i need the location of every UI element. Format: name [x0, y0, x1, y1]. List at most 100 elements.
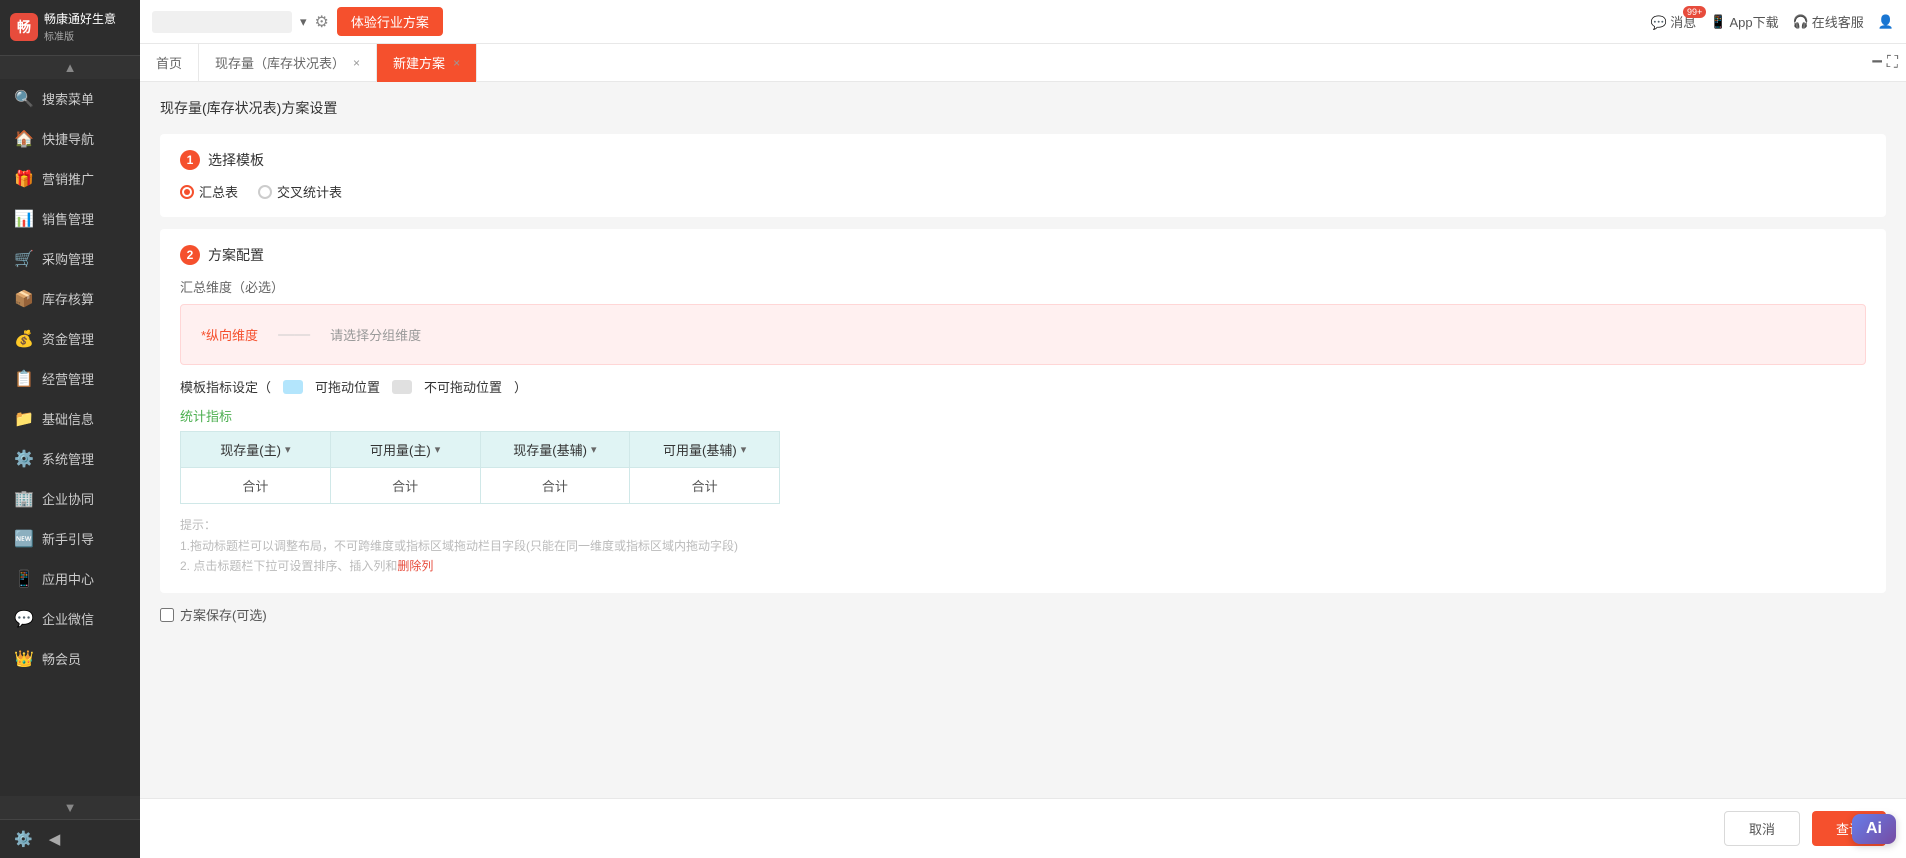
th-col4[interactable]: 可用量(基辅) ▾ [630, 432, 780, 468]
ai-badge[interactable]: Ai [1852, 814, 1896, 844]
sidebar-item-operations[interactable]: 📋 经营管理 [0, 359, 140, 399]
sidebar-item-system[interactable]: ⚙️ 系统管理 [0, 439, 140, 479]
sidebar-item-marketing[interactable]: 🎁 营销推广 [0, 159, 140, 199]
main-area: ▾ ⚙ 体验行业方案 💬 消息 99+ 📱 App下载 🎧 在线客服 👤 首页 [140, 0, 1906, 858]
th-col4-dropdown[interactable]: ▾ [741, 443, 747, 456]
save-label: 方案保存(可选) [180, 605, 267, 624]
sidebar-item-guide[interactable]: 🆕 新手引导 [0, 519, 140, 559]
sidebar-item-inventory[interactable]: 📦 库存核算 [0, 279, 140, 319]
th-col2-dropdown[interactable]: ▾ [435, 443, 441, 456]
topbar-search-input[interactable] [152, 11, 292, 33]
dimension-label: 汇总维度（必选） [180, 277, 1866, 296]
th-col3-dropdown[interactable]: ▾ [591, 443, 597, 456]
tips-title: 提示： [180, 516, 1866, 533]
sidebar-item-label: 系统管理 [42, 449, 94, 468]
sidebar-logo: 畅 畅康通好生意 标准版 [0, 0, 140, 56]
sidebar-nav: 🔍 搜索菜单 🏠 快捷导航 🎁 营销推广 📊 销售管理 🛒 采购管理 📦 库存核… [0, 79, 140, 796]
radio-summary[interactable]: 汇总表 [180, 182, 238, 201]
sidebar-item-label: 经营管理 [42, 369, 94, 388]
tabs-expand-button[interactable]: ⛶ [1887, 54, 1898, 72]
tab-new-scheme[interactable]: 新建方案 × [377, 44, 477, 82]
phone-icon: 📱 [1710, 14, 1726, 30]
sidebar-item-label: 企业协同 [42, 489, 94, 508]
step2-header: 2 方案配置 [180, 245, 1866, 265]
messages-button[interactable]: 💬 消息 99+ [1650, 12, 1696, 31]
crown-icon: 👑 [14, 649, 34, 669]
chart-icon: 📊 [14, 209, 34, 229]
radio-crosstab[interactable]: 交叉统计表 [258, 182, 342, 201]
th-col3[interactable]: 现存量(基辅) ▾ [480, 432, 630, 468]
message-icon: 💬 [1650, 15, 1666, 30]
logo-text: 畅康通好生意 标准版 [44, 12, 116, 43]
step1-title: 选择模板 [208, 150, 264, 170]
sidebar-item-label: 企业微信 [42, 609, 94, 628]
topbar-right: 💬 消息 99+ 📱 App下载 🎧 在线客服 👤 [1650, 12, 1894, 31]
sidebar-item-enterprise[interactable]: 🏢 企业协同 [0, 479, 140, 519]
sidebar-item-sales[interactable]: 📊 销售管理 [0, 199, 140, 239]
tab-home[interactable]: 首页 [140, 44, 199, 82]
sidebar-item-wechat[interactable]: 💬 企业微信 [0, 599, 140, 639]
step2-num: 2 [180, 245, 200, 265]
sidebar-item-member[interactable]: 👑 畅会员 [0, 639, 140, 679]
settings-icon[interactable]: ⚙️ [14, 830, 33, 848]
radio-summary-circle [180, 185, 194, 199]
sidebar-item-label: 库存核算 [42, 289, 94, 308]
tabs-minimize-button[interactable]: 🗕 [1871, 49, 1882, 76]
money-icon: 💰 [14, 329, 34, 349]
tab-new-scheme-close[interactable]: × [453, 56, 460, 70]
topbar-gear-icon[interactable]: ⚙ [315, 12, 329, 32]
indicator-suffix: ） [514, 377, 527, 396]
tab-inventory[interactable]: 现存量（库存状况表） × [199, 44, 377, 82]
th-col1[interactable]: 现存量(主) ▾ [181, 432, 331, 468]
trial-button[interactable]: 体验行业方案 [337, 7, 443, 36]
save-row: 方案保存(可选) [160, 605, 1886, 624]
td-col4: 合计 [630, 468, 780, 504]
sidebar-item-purchase[interactable]: 🛒 采购管理 [0, 239, 140, 279]
sidebar-item-label: 基础信息 [42, 409, 94, 428]
template-radio-group: 汇总表 交叉统计表 [180, 182, 1866, 201]
tips-item-1: 1.拖动标题栏可以调整布局，不可跨维度或指标区域拖动栏目字段(只能在同一维度或指… [180, 537, 1866, 554]
tips-item-2: 2. 点击标题栏下拉可设置排序、插入列和删除列 [180, 557, 1866, 574]
stats-table: 现存量(主) ▾ 可用量(主) ▾ 现存量(基辅 [180, 431, 780, 504]
topbar-dropdown-button[interactable]: ▾ [300, 14, 307, 30]
step2-section: 2 方案配置 汇总维度（必选） *纵向维度 —— 请选择分组维度 模板指标设定（… [160, 229, 1886, 593]
bottom-bar: 取消 查询 [140, 798, 1906, 858]
td-col1: 合计 [181, 468, 331, 504]
sidebar-item-label: 畅会员 [42, 649, 81, 668]
sidebar-item-label: 销售管理 [42, 209, 94, 228]
message-badge: 99+ [1683, 6, 1706, 18]
building-icon: 🏢 [14, 489, 34, 509]
sidebar-item-quick-nav[interactable]: 🏠 快捷导航 [0, 119, 140, 159]
save-checkbox[interactable] [160, 608, 174, 622]
th-col2[interactable]: 可用量(主) ▾ [330, 432, 480, 468]
app-download-button[interactable]: 📱 App下载 [1710, 12, 1778, 31]
sidebar-item-app-center[interactable]: 📱 应用中心 [0, 559, 140, 599]
draggable-label: 可拖动位置 [315, 377, 380, 396]
step2-title: 方案配置 [208, 245, 264, 265]
not-draggable-indicator [392, 380, 412, 394]
user-avatar[interactable]: 👤 [1878, 14, 1894, 30]
dimension-pink-box[interactable]: *纵向维度 —— 请选择分组维度 [180, 304, 1866, 365]
page-title: 现存量(库存状况表)方案设置 [160, 98, 1886, 118]
mobile-icon: 📱 [14, 569, 34, 589]
sidebar-item-finance[interactable]: 💰 资金管理 [0, 319, 140, 359]
folder-icon: 📁 [14, 409, 34, 429]
indicator-label: 模板指标设定（ [180, 377, 271, 396]
sidebar-scroll-up[interactable]: ▲ [0, 56, 140, 79]
sidebar-item-basic-info[interactable]: 📁 基础信息 [0, 399, 140, 439]
search-icon: 🔍 [14, 89, 34, 109]
collapse-icon[interactable]: ◀ [49, 830, 61, 848]
tab-inventory-close[interactable]: × [353, 56, 360, 70]
sidebar-scroll-down[interactable]: ▼ [0, 796, 140, 819]
th-col1-dropdown[interactable]: ▾ [285, 443, 291, 456]
cancel-button[interactable]: 取消 [1724, 811, 1800, 846]
content-area: 现存量(库存状况表)方案设置 1 选择模板 汇总表 交叉统计表 2 [140, 82, 1906, 798]
service-button[interactable]: 🎧 在线客服 [1793, 12, 1864, 31]
sidebar-item-label: 搜索菜单 [42, 89, 94, 108]
topbar: ▾ ⚙ 体验行业方案 💬 消息 99+ 📱 App下载 🎧 在线客服 👤 [140, 0, 1906, 44]
sidebar-item-search[interactable]: 🔍 搜索菜单 [0, 79, 140, 119]
wechat-icon: 💬 [14, 609, 34, 629]
radio-crosstab-circle [258, 185, 272, 199]
delete-col-link[interactable]: 删除列 [397, 559, 433, 573]
dim-placeholder: 请选择分组维度 [330, 325, 421, 344]
